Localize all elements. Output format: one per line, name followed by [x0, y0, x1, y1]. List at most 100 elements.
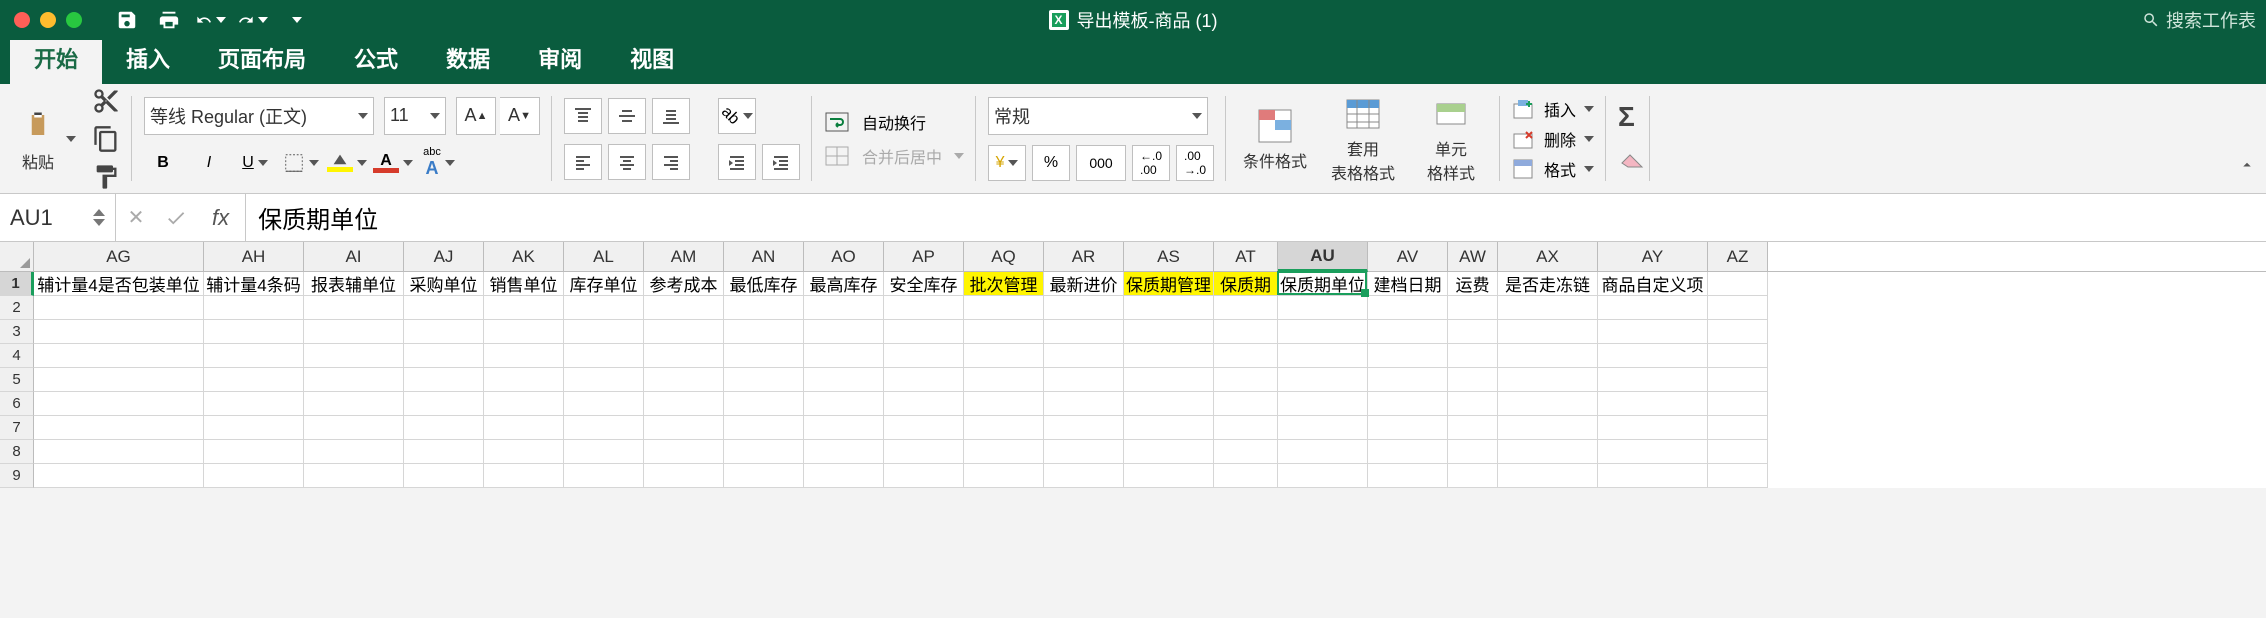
row-header-8[interactable]: 8: [0, 440, 34, 464]
cell-AG6[interactable]: [34, 392, 204, 416]
cell-AH3[interactable]: [204, 320, 304, 344]
cell-AL9[interactable]: [564, 464, 644, 488]
cell-AH2[interactable]: [204, 296, 304, 320]
cell-AZ9[interactable]: [1708, 464, 1768, 488]
cell-AL8[interactable]: [564, 440, 644, 464]
tab-公式[interactable]: 公式: [330, 34, 422, 84]
tab-插入[interactable]: 插入: [102, 34, 194, 84]
cell-AT1[interactable]: 保质期: [1214, 272, 1278, 296]
row-header-9[interactable]: 9: [0, 464, 34, 488]
cell-AT9[interactable]: [1214, 464, 1278, 488]
format-painter-button[interactable]: [92, 163, 120, 191]
zoom-window-button[interactable]: [66, 12, 82, 28]
align-bottom-button[interactable]: [652, 98, 690, 134]
paste-button[interactable]: [18, 105, 58, 145]
row-header-2[interactable]: 2: [0, 296, 34, 320]
cell-AL1[interactable]: 库存单位: [564, 272, 644, 296]
cell-AX5[interactable]: [1498, 368, 1598, 392]
cell-AJ9[interactable]: [404, 464, 484, 488]
cell-AR4[interactable]: [1044, 344, 1124, 368]
cell-AY8[interactable]: [1598, 440, 1708, 464]
cell-AP1[interactable]: 安全库存: [884, 272, 964, 296]
cell-AS7[interactable]: [1124, 416, 1214, 440]
column-header-AI[interactable]: AI: [304, 242, 404, 271]
cell-AZ2[interactable]: [1708, 296, 1768, 320]
cell-AZ5[interactable]: [1708, 368, 1768, 392]
cell-AG2[interactable]: [34, 296, 204, 320]
cell-AL4[interactable]: [564, 344, 644, 368]
cell-AZ7[interactable]: [1708, 416, 1768, 440]
cell-AL6[interactable]: [564, 392, 644, 416]
border-button[interactable]: [282, 145, 320, 181]
cell-AP5[interactable]: [884, 368, 964, 392]
cell-AV2[interactable]: [1368, 296, 1448, 320]
cell-AN6[interactable]: [724, 392, 804, 416]
cell-AX9[interactable]: [1498, 464, 1598, 488]
row-header-5[interactable]: 5: [0, 368, 34, 392]
number-format-select[interactable]: 常规: [988, 97, 1208, 135]
font-color-button[interactable]: A: [374, 145, 412, 181]
cell-AX6[interactable]: [1498, 392, 1598, 416]
cell-AG8[interactable]: [34, 440, 204, 464]
cell-AT7[interactable]: [1214, 416, 1278, 440]
cell-AZ1[interactable]: [1708, 272, 1768, 296]
cell-AS9[interactable]: [1124, 464, 1214, 488]
cell-AQ9[interactable]: [964, 464, 1044, 488]
cell-AO3[interactable]: [804, 320, 884, 344]
cell-AX8[interactable]: [1498, 440, 1598, 464]
cell-AU7[interactable]: [1278, 416, 1368, 440]
cell-AI9[interactable]: [304, 464, 404, 488]
cell-AQ2[interactable]: [964, 296, 1044, 320]
cell-AY7[interactable]: [1598, 416, 1708, 440]
cell-AH6[interactable]: [204, 392, 304, 416]
name-box-stepper[interactable]: [93, 209, 105, 226]
cell-AY5[interactable]: [1598, 368, 1708, 392]
cell-AO7[interactable]: [804, 416, 884, 440]
cell-AM8[interactable]: [644, 440, 724, 464]
close-window-button[interactable]: [14, 12, 30, 28]
column-header-AP[interactable]: AP: [884, 242, 964, 271]
delete-cells-button[interactable]: 删除: [1512, 127, 1594, 151]
cell-AT5[interactable]: [1214, 368, 1278, 392]
tab-视图[interactable]: 视图: [606, 34, 698, 84]
cell-AK1[interactable]: 销售单位: [484, 272, 564, 296]
print-icon[interactable]: [154, 5, 184, 35]
cell-AG7[interactable]: [34, 416, 204, 440]
column-header-AS[interactable]: AS: [1124, 242, 1214, 271]
autosum-button[interactable]: Σ: [1618, 101, 1646, 133]
cell-AN1[interactable]: 最低库存: [724, 272, 804, 296]
cell-AK7[interactable]: [484, 416, 564, 440]
cell-AW6[interactable]: [1448, 392, 1498, 416]
comma-button[interactable]: 000: [1076, 145, 1126, 181]
qat-customize-icon[interactable]: [280, 5, 310, 35]
cell-AN5[interactable]: [724, 368, 804, 392]
cell-AW3[interactable]: [1448, 320, 1498, 344]
cell-AG3[interactable]: [34, 320, 204, 344]
increase-indent-button[interactable]: [762, 144, 800, 180]
cell-AH8[interactable]: [204, 440, 304, 464]
decrease-font-button[interactable]: A▼: [500, 97, 540, 135]
cell-AZ4[interactable]: [1708, 344, 1768, 368]
cell-AW4[interactable]: [1448, 344, 1498, 368]
column-header-AL[interactable]: AL: [564, 242, 644, 271]
cell-AN9[interactable]: [724, 464, 804, 488]
cell-AO8[interactable]: [804, 440, 884, 464]
cell-AW7[interactable]: [1448, 416, 1498, 440]
cell-styles-button[interactable]: 单元 格样式: [1414, 94, 1488, 184]
currency-button[interactable]: ¥: [988, 145, 1026, 181]
cell-AP9[interactable]: [884, 464, 964, 488]
cell-AV7[interactable]: [1368, 416, 1448, 440]
cell-AW1[interactable]: 运费: [1448, 272, 1498, 296]
cell-AI1[interactable]: 报表辅单位: [304, 272, 404, 296]
cell-AM4[interactable]: [644, 344, 724, 368]
cell-AW5[interactable]: [1448, 368, 1498, 392]
cell-AP4[interactable]: [884, 344, 964, 368]
column-header-AQ[interactable]: AQ: [964, 242, 1044, 271]
cell-AH7[interactable]: [204, 416, 304, 440]
cell-AH1[interactable]: 辅计量4条码: [204, 272, 304, 296]
minimize-window-button[interactable]: [40, 12, 56, 28]
cell-AV1[interactable]: 建档日期: [1368, 272, 1448, 296]
cell-AY9[interactable]: [1598, 464, 1708, 488]
align-middle-button[interactable]: [608, 98, 646, 134]
column-header-AR[interactable]: AR: [1044, 242, 1124, 271]
